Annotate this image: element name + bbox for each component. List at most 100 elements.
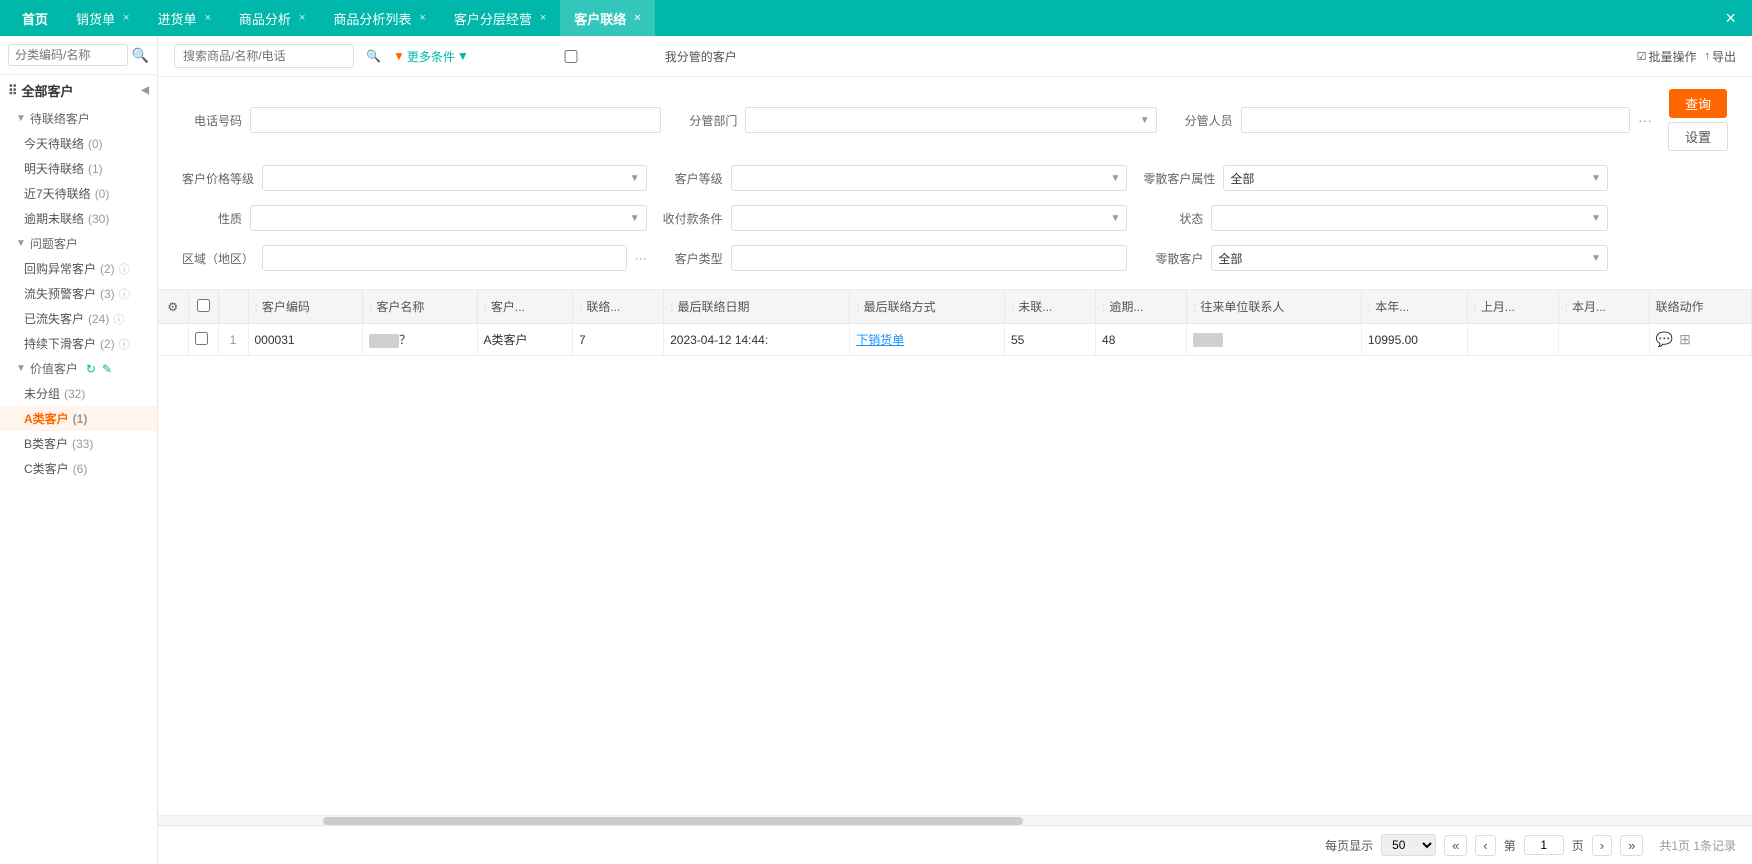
sidebar-search-icon[interactable]: 🔍 [132, 47, 149, 64]
sidebar-item-declining[interactable]: 持续下滑客户(2) ⓘ [0, 331, 157, 356]
sidebar-item-ungrouped[interactable]: 未分组(32) [0, 381, 157, 406]
retail-customer-dropdown-icon: ▼ [1591, 253, 1601, 264]
sidebar-search-input[interactable] [8, 44, 128, 66]
th-last-month[interactable]: :上月... [1467, 290, 1558, 324]
sidebar-item-c-class[interactable]: C类客户(6) [0, 456, 157, 481]
filter-input-person[interactable] [1241, 107, 1630, 133]
nav-tab-home[interactable]: 首页 [8, 0, 62, 36]
filter-search-icon[interactable]: 🔍 [366, 49, 381, 63]
my-customers-checkbox-input[interactable] [481, 50, 661, 63]
close-analysis-tab[interactable]: × [299, 12, 305, 24]
first-page-btn[interactable]: « [1444, 835, 1467, 856]
th-no-contact[interactable]: :未联... [1004, 290, 1095, 324]
query-button[interactable]: 查询 [1669, 89, 1727, 118]
filter-select-customer-grade[interactable]: ▼ [731, 165, 1128, 191]
close-all-tabs[interactable]: × [1717, 8, 1744, 29]
filter-select-retail-customer[interactable]: 全部 ▼ [1211, 245, 1608, 271]
sidebar-item-churn-warning[interactable]: 流失预警客户(3) ⓘ [0, 281, 157, 306]
nav-tab-customer-tier[interactable]: 客户分层经营 × [440, 0, 560, 36]
filter-select-status[interactable]: ▼ [1211, 205, 1608, 231]
sidebar-item-a-class[interactable]: A类客户(1) [0, 406, 157, 431]
th-this-year[interactable]: :本年... [1361, 290, 1467, 324]
filter-label-retail-customer: 零散客户 [1143, 250, 1203, 267]
export-btn[interactable]: ↑ 导出 [1704, 48, 1736, 65]
close-purchase-tab[interactable]: × [204, 12, 210, 24]
filter-select-payment[interactable]: ▼ [731, 205, 1128, 231]
th-checkbox[interactable] [188, 290, 218, 324]
th-name[interactable]: :客户名称 [363, 290, 478, 324]
sidebar-group-problem[interactable]: ▼ 问题客户 [0, 231, 157, 256]
value-edit-icon[interactable]: ✎ [102, 362, 112, 376]
filter-search-input[interactable] [174, 44, 354, 68]
sidebar-collapse-icon[interactable]: ◀ [141, 85, 149, 96]
nav-tab-analysis-list[interactable]: 商品分析列表 × [319, 0, 439, 36]
th-contact[interactable]: :联络... [573, 290, 664, 324]
sidebar-item-repurchase-abnormal[interactable]: 回购异常客户(2) ⓘ [0, 256, 157, 281]
horizontal-scrollbar[interactable] [158, 815, 1752, 825]
last-page-btn[interactable]: » [1620, 835, 1643, 856]
info-icon-1: ⓘ [119, 261, 130, 277]
filter-select-retail-attr[interactable]: 全部 ▼ [1223, 165, 1608, 191]
td-action: 💬 ⊞ [1649, 324, 1751, 356]
close-customer-tier-tab[interactable]: × [540, 12, 546, 24]
status-dropdown-icon: ▼ [1591, 213, 1601, 224]
close-customer-contact-tab[interactable]: × [634, 12, 640, 24]
filter-cell-phone: 电话号码 [174, 85, 669, 155]
region-more-dots[interactable]: ··· [635, 251, 647, 265]
batch-operation-btn[interactable]: ☑ 批量操作 [1637, 48, 1697, 65]
content-area: 🔍 ▼ 更多条件 ▼ 我分管的客户 ☑ 批量操作 ↑ 导出 [158, 36, 1752, 864]
sidebar-item-7day-pending[interactable]: 近7天待联络(0) [0, 181, 157, 206]
sidebar-group-value[interactable]: ▼ 价值客户 ↻ ✎ [0, 356, 157, 381]
nav-tab-purchase[interactable]: 进货单 × [143, 0, 224, 36]
filter-select-dept[interactable]: ▼ [745, 107, 1156, 133]
grid-icon[interactable]: ⊞ [1679, 331, 1691, 348]
sidebar-item-overdue-pending[interactable]: 逾期未联络(30) [0, 206, 157, 231]
th-code[interactable]: :客户编码 [248, 290, 363, 324]
info-icon-3: ⓘ [113, 311, 124, 327]
sidebar-item-b-class[interactable]: B类客户(33) [0, 431, 157, 456]
th-last-contact-date[interactable]: :最后联络日期 [664, 290, 850, 324]
row-checkbox[interactable] [195, 332, 208, 345]
page-label: 页 [1572, 837, 1584, 854]
th-last-contact-method[interactable]: :最后联络方式 [850, 290, 1005, 324]
sidebar-item-tomorrow-pending[interactable]: 明天待联络(1) [0, 156, 157, 181]
th-overdue[interactable]: :逾期... [1096, 290, 1187, 324]
nav-tab-sales[interactable]: 销货单 × [62, 0, 143, 36]
sidebar-item-churned[interactable]: 已流失客户(24) ⓘ [0, 306, 157, 331]
contact-method-link[interactable]: 下销货单 [856, 333, 904, 347]
nav-tab-analysis[interactable]: 商品分析 × [225, 0, 319, 36]
td-contact: 7 [573, 324, 664, 356]
sidebar-group-pending[interactable]: ▼ 待联络客户 [0, 106, 157, 131]
td-customer-type: A类客户 [477, 324, 573, 356]
next-page-btn[interactable]: › [1592, 835, 1612, 856]
nav-tab-customer-contact[interactable]: 客户联络 × [560, 0, 654, 36]
filter-label-person: 分管人员 [1173, 112, 1233, 129]
td-checkbox[interactable] [188, 324, 218, 356]
th-gear[interactable]: ⚙ [158, 290, 188, 324]
my-customers-checkbox[interactable]: 我分管的客户 [481, 48, 737, 65]
filter-select-nature[interactable]: ▼ [250, 205, 647, 231]
filter-select-price-grade[interactable]: ▼ [262, 165, 647, 191]
more-conditions-btn[interactable]: ▼ 更多条件 ▼ [393, 48, 469, 65]
dept-dropdown-icon: ▼ [1140, 115, 1150, 126]
price-grade-dropdown-icon: ▼ [630, 173, 640, 184]
page-size-select[interactable]: 50 100 200 [1381, 834, 1436, 856]
filter-input-phone[interactable] [250, 107, 661, 133]
sidebar-all-customers[interactable]: ⠿ 全部客户 ◀ [0, 75, 157, 106]
person-more-dots[interactable]: ··· [1638, 112, 1652, 128]
prev-page-btn[interactable]: ‹ [1475, 835, 1495, 856]
select-all-checkbox[interactable] [197, 299, 210, 312]
scrollbar-thumb[interactable] [323, 817, 1023, 825]
sidebar-item-today-pending[interactable]: 今天待联络(0) [0, 131, 157, 156]
chat-icon[interactable]: 💬 [1656, 331, 1673, 348]
filter-input-region[interactable] [262, 245, 627, 271]
th-visit-contact[interactable]: :往来单位联系人 [1187, 290, 1362, 324]
th-this-month[interactable]: :本月... [1558, 290, 1649, 324]
th-customer-type[interactable]: :客户... [477, 290, 573, 324]
page-number-input[interactable] [1524, 835, 1564, 855]
close-sales-tab[interactable]: × [123, 12, 129, 24]
value-refresh-icon[interactable]: ↻ [86, 362, 96, 376]
settings-button[interactable]: 设置 [1668, 122, 1728, 151]
close-analysis-list-tab[interactable]: × [419, 12, 425, 24]
filter-input-customer-type[interactable] [731, 245, 1128, 271]
